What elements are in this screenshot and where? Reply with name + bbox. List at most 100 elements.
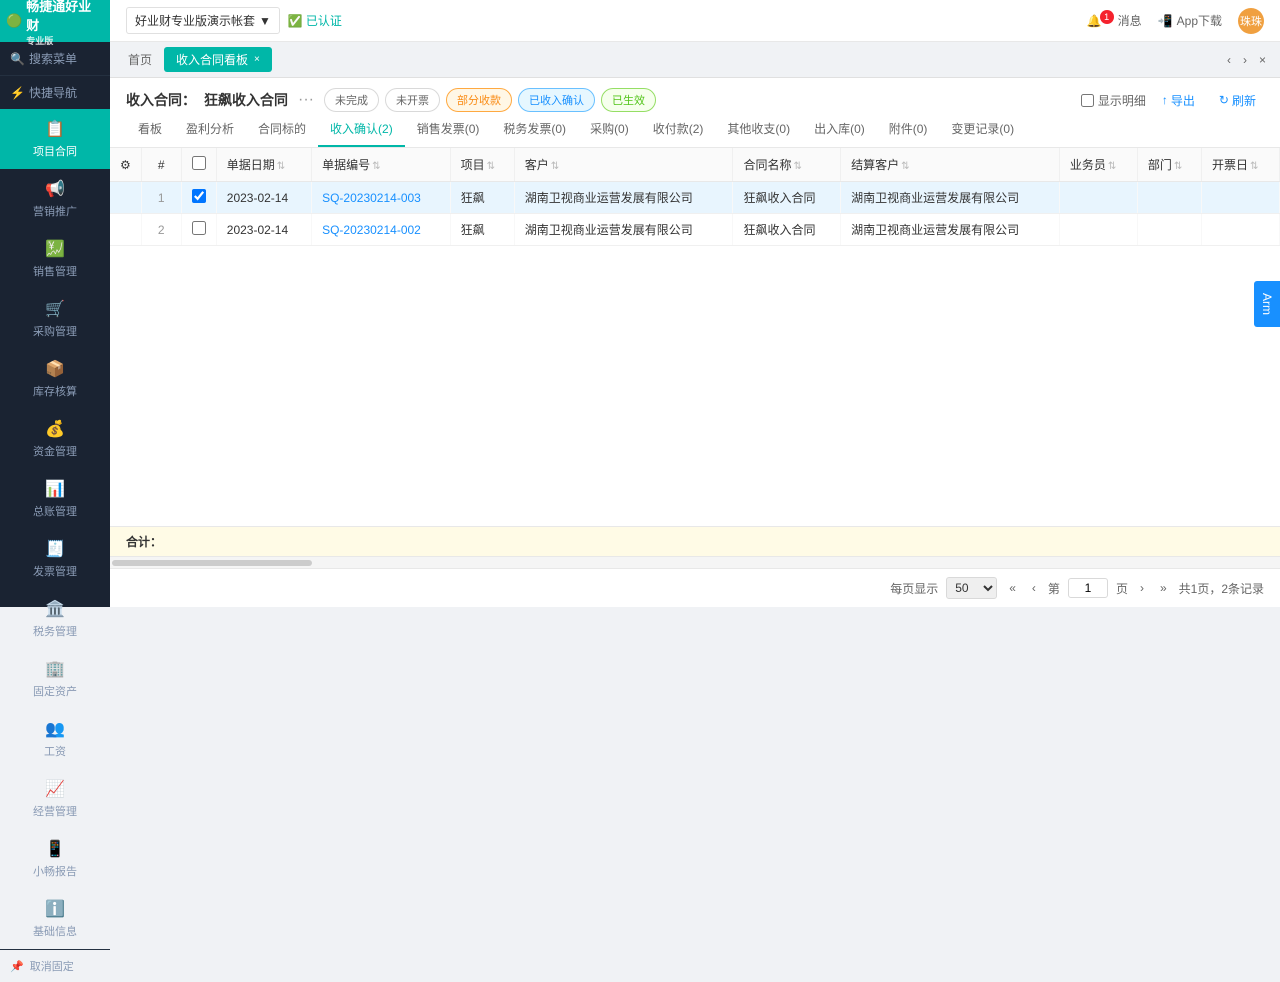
cancel-fixed-btn[interactable]: 📌 取消固定 bbox=[0, 950, 110, 982]
cell-invoice-date bbox=[1201, 182, 1279, 214]
sidebar-item-marketing[interactable]: 📢 营销推广 bbox=[0, 169, 110, 229]
tab-sales-invoice[interactable]: 销售发票(0) bbox=[405, 112, 492, 147]
status-uninvoiced[interactable]: 未开票 bbox=[385, 88, 440, 112]
show-detail-checkbox[interactable]: 显示明细 bbox=[1081, 92, 1146, 109]
tab-next-btn[interactable]: › bbox=[1239, 51, 1251, 69]
status-incomplete[interactable]: 未完成 bbox=[324, 88, 379, 112]
col-customer[interactable]: 客户⇅ bbox=[514, 148, 733, 182]
tab-income-contract[interactable]: 收入合同看板 × bbox=[164, 47, 272, 72]
col-num: # bbox=[141, 148, 181, 182]
cell-checkbox[interactable] bbox=[181, 214, 216, 246]
sidebar-item-assets[interactable]: 🏢 固定资产 bbox=[0, 649, 110, 709]
page-input[interactable] bbox=[1068, 578, 1108, 598]
col-salesperson[interactable]: 业务员⇅ bbox=[1059, 148, 1137, 182]
status-effective[interactable]: 已生效 bbox=[601, 88, 656, 112]
refresh-btn[interactable]: ↻ 刷新 bbox=[1211, 89, 1264, 112]
status-confirmed[interactable]: 已收入确认 bbox=[518, 88, 595, 112]
tab-board[interactable]: 看板 bbox=[126, 112, 174, 147]
row-checkbox[interactable] bbox=[192, 221, 206, 235]
settings-icon[interactable]: ⚙ bbox=[120, 158, 131, 172]
col-project[interactable]: 项目⇅ bbox=[450, 148, 514, 182]
cell-salesperson bbox=[1059, 214, 1137, 246]
tab-other-income[interactable]: 其他收支(0) bbox=[715, 112, 802, 147]
tab-profit[interactable]: 盈利分析 bbox=[174, 112, 246, 147]
sidebar-item-basic[interactable]: ℹ️ 基础信息 bbox=[0, 889, 110, 949]
sidebar-item-invoice[interactable]: 🧾 发票管理 bbox=[0, 529, 110, 589]
sidebar-item-hr[interactable]: 👥 工资 bbox=[0, 709, 110, 769]
col-invoice-date[interactable]: 开票日⇅ bbox=[1201, 148, 1279, 182]
avatar-text: 珠珠 bbox=[1240, 13, 1262, 29]
col-department[interactable]: 部门⇅ bbox=[1137, 148, 1201, 182]
next-page-btn[interactable]: › bbox=[1136, 579, 1148, 597]
tab-tax-invoice[interactable]: 税务发票(0) bbox=[491, 112, 578, 147]
col-contract[interactable]: 合同名称⇅ bbox=[733, 148, 841, 182]
tab-purchase[interactable]: 采购(0) bbox=[578, 112, 641, 147]
certified-label: 已认证 bbox=[306, 12, 342, 29]
sidebar-item-general[interactable]: 📊 总账管理 bbox=[0, 469, 110, 529]
tab-receipt[interactable]: 收付款(2) bbox=[641, 112, 716, 147]
sidebar-item-label: 小畅报告 bbox=[33, 863, 77, 879]
sidebar-item-purchase[interactable]: 🛒 采购管理 bbox=[0, 289, 110, 349]
data-table: ⚙ # 单据日期⇅ 单据编号⇅ 项目⇅ bbox=[110, 148, 1280, 246]
doc-number-link[interactable]: SQ-20230214-003 bbox=[322, 191, 421, 205]
sidebar-quick-nav[interactable]: ⚡ 快捷导航 bbox=[0, 76, 110, 109]
cell-number[interactable]: SQ-20230214-002 bbox=[312, 214, 451, 246]
sort-number-icon: ⇅ bbox=[372, 161, 380, 172]
status-buttons: 未完成 未开票 部分收款 已收入确认 已生效 bbox=[324, 88, 656, 112]
sidebar: 🟢 畅捷通好业财 专业版 🔍 搜索菜单 ⚡ 快捷导航 📋 项目合同 📢 营销推广… bbox=[0, 0, 110, 607]
tab-attachments[interactable]: 附件(0) bbox=[877, 112, 940, 147]
col-number[interactable]: 单据编号⇅ bbox=[312, 148, 451, 182]
tab-change-records[interactable]: 变更记录(0) bbox=[939, 112, 1026, 147]
table-row[interactable]: 1 2023-02-14 SQ-20230214-003 狂飙 湖南卫视商业运营… bbox=[110, 182, 1280, 214]
table-row[interactable]: 2 2023-02-14 SQ-20230214-002 狂飙 湖南卫视商业运营… bbox=[110, 214, 1280, 246]
row-checkbox[interactable] bbox=[192, 189, 206, 203]
cell-number[interactable]: SQ-20230214-003 bbox=[312, 182, 451, 214]
notification-count: 1 bbox=[1100, 10, 1114, 24]
contract-prefix: 收入合同： bbox=[126, 90, 196, 110]
sidebar-item-project[interactable]: 📋 项目合同 bbox=[0, 109, 110, 169]
horizontal-scrollbar[interactable] bbox=[110, 556, 1280, 568]
per-page-select[interactable]: 50 20 100 bbox=[946, 577, 997, 599]
app-download-btn[interactable]: 📲 App下载 bbox=[1158, 12, 1222, 29]
tab-close-all-btn[interactable]: × bbox=[1255, 51, 1270, 69]
tab-close-btn[interactable]: × bbox=[254, 54, 260, 65]
contract-menu-btn[interactable]: ··· bbox=[298, 91, 314, 109]
topbar-right: 🔔 1 消息 📲 App下载 珠珠 bbox=[1087, 8, 1264, 34]
inventory-icon: 📦 bbox=[45, 359, 65, 379]
first-page-btn[interactable]: « bbox=[1005, 579, 1020, 597]
scroll-thumb[interactable] bbox=[112, 560, 312, 566]
page-suffix: 页 bbox=[1116, 580, 1128, 597]
sidebar-item-tax[interactable]: 🏛️ 税务管理 bbox=[0, 589, 110, 649]
sidebar-item-inventory[interactable]: 📦 库存核算 bbox=[0, 349, 110, 409]
col-date[interactable]: 单据日期⇅ bbox=[216, 148, 311, 182]
sidebar-search[interactable]: 🔍 搜索菜单 bbox=[0, 42, 110, 76]
tab-home[interactable]: 首页 bbox=[120, 47, 160, 72]
sidebar-item-sales[interactable]: 💹 销售管理 bbox=[0, 229, 110, 289]
tab-warehouse[interactable]: 出入库(0) bbox=[802, 112, 877, 147]
cell-checkbox[interactable] bbox=[181, 182, 216, 214]
doc-number-link[interactable]: SQ-20230214-002 bbox=[322, 223, 421, 237]
export-btn[interactable]: ↑ 导出 bbox=[1154, 89, 1203, 112]
tab-contract-targets[interactable]: 合同标的 bbox=[246, 112, 318, 147]
sidebar-item-capital[interactable]: 💰 资金管理 bbox=[0, 409, 110, 469]
user-profile[interactable]: 珠珠 bbox=[1238, 8, 1264, 34]
company-selector[interactable]: 好业财专业版演示帐套 ▼ bbox=[126, 7, 280, 34]
col-checkbox[interactable] bbox=[181, 148, 216, 182]
status-partial-received[interactable]: 部分收款 bbox=[446, 88, 512, 112]
detail-checkbox-input[interactable] bbox=[1081, 94, 1094, 107]
cell-salesperson bbox=[1059, 182, 1137, 214]
arm-side-button[interactable]: Arm bbox=[1254, 281, 1280, 327]
sidebar-item-operations[interactable]: 📈 经营管理 bbox=[0, 769, 110, 829]
sidebar-item-mini[interactable]: 📱 小畅报告 bbox=[0, 829, 110, 889]
tab-income-confirm[interactable]: 收入确认(2) bbox=[318, 112, 405, 147]
tab-prev-btn[interactable]: ‹ bbox=[1223, 51, 1235, 69]
prev-page-btn[interactable]: ‹ bbox=[1028, 579, 1040, 597]
total-info: 共1页，2条记录 bbox=[1179, 580, 1264, 597]
col-settlement-customer[interactable]: 结算客户⇅ bbox=[841, 148, 1060, 182]
purchase-icon: 🛒 bbox=[45, 299, 65, 319]
last-page-btn[interactable]: » bbox=[1156, 579, 1171, 597]
col-settings[interactable]: ⚙ bbox=[110, 148, 141, 182]
notification-btn[interactable]: 🔔 1 消息 bbox=[1087, 12, 1142, 29]
select-all-checkbox[interactable] bbox=[192, 156, 206, 170]
topbar: 好业财专业版演示帐套 ▼ ✅ 已认证 🔔 1 消息 📲 App下载 珠珠 bbox=[110, 0, 1280, 42]
